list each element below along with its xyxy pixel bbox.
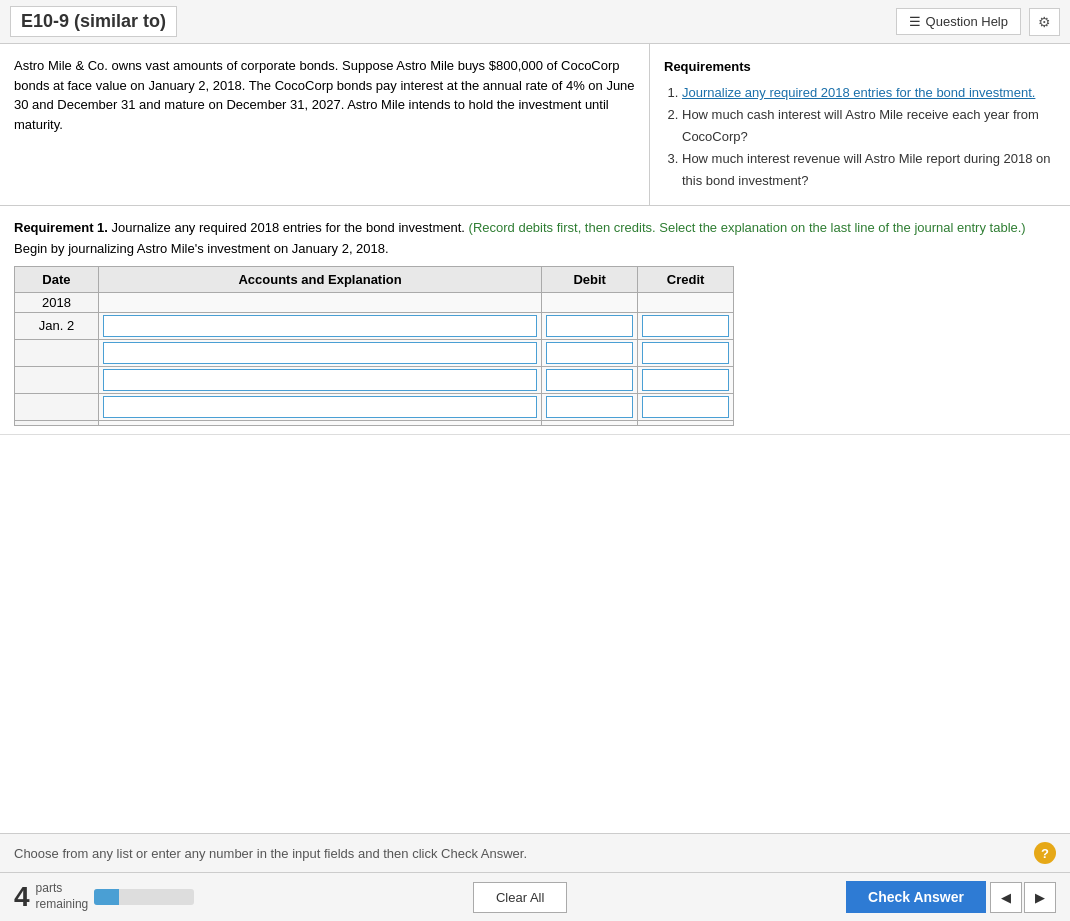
accounts-cell-3[interactable] <box>98 366 541 393</box>
requirement-2-text: How much cash interest will Astro Mile r… <box>682 107 1039 144</box>
credit-cell-5 <box>638 420 734 425</box>
action-bar: 4 partsremaining Clear All Check Answer … <box>0 872 1070 921</box>
right-actions: Check Answer ◀ ▶ <box>846 881 1056 913</box>
list-icon: ☰ <box>909 14 921 29</box>
debit-input-4[interactable] <box>546 396 633 418</box>
req-sublabel: Begin by journalizing Astro Mile's inves… <box>14 241 1056 256</box>
credit-cell-1[interactable] <box>638 312 734 339</box>
accounts-cell-4[interactable] <box>98 393 541 420</box>
col-header-credit: Credit <box>638 266 734 292</box>
accounts-cell-0 <box>98 292 541 312</box>
settings-button[interactable]: ⚙ <box>1029 8 1060 36</box>
debit-input-2[interactable] <box>546 342 633 364</box>
status-bar: Choose from any list or enter any number… <box>0 833 1070 872</box>
parts-label: partsremaining <box>36 881 89 912</box>
accounts-input-4[interactable] <box>103 396 537 418</box>
debit-cell-3[interactable] <box>542 366 638 393</box>
debit-cell-0 <box>542 292 638 312</box>
table-row: 2018 <box>15 292 734 312</box>
date-cell-3 <box>15 366 99 393</box>
action-bar-center: Clear All <box>206 882 834 913</box>
table-row <box>15 366 734 393</box>
page-title: E10-9 (similar to) <box>10 6 177 37</box>
accounts-cell-5 <box>98 420 541 425</box>
accounts-input-2[interactable] <box>103 342 537 364</box>
credit-cell-2[interactable] <box>638 339 734 366</box>
parts-label-text: partsremaining <box>36 881 89 911</box>
credit-input-2[interactable] <box>642 342 729 364</box>
col-header-accounts: Accounts and Explanation <box>98 266 541 292</box>
help-icon-button[interactable]: ? <box>1034 842 1056 864</box>
prev-button[interactable]: ◀ <box>990 882 1022 913</box>
date-cell-0: 2018 <box>15 292 99 312</box>
main-content: Astro Mile & Co. owns vast amounts of co… <box>0 44 1070 921</box>
credit-input-1[interactable] <box>642 315 729 337</box>
debit-input-3[interactable] <box>546 369 633 391</box>
problem-text: Astro Mile & Co. owns vast amounts of co… <box>0 44 650 205</box>
progress-bar-fill <box>94 889 119 905</box>
debit-cell-2[interactable] <box>542 339 638 366</box>
next-button[interactable]: ▶ <box>1024 882 1056 913</box>
clear-all-button[interactable]: Clear All <box>473 882 567 913</box>
requirements-list: Journalize any required 2018 entries for… <box>682 82 1056 192</box>
parts-info: 4 partsremaining <box>14 881 194 913</box>
table-row <box>15 393 734 420</box>
parts-number: 4 <box>14 881 30 913</box>
accounts-cell-2[interactable] <box>98 339 541 366</box>
spacer <box>0 435 1070 833</box>
requirements-section: Requirements Journalize any required 201… <box>650 44 1070 205</box>
debit-cell-4[interactable] <box>542 393 638 420</box>
table-row <box>15 339 734 366</box>
journal-table: Date Accounts and Explanation Debit Cred… <box>14 266 734 426</box>
table-row <box>15 420 734 425</box>
credit-cell-4[interactable] <box>638 393 734 420</box>
credit-cell-0 <box>638 292 734 312</box>
requirements-title: Requirements <box>664 56 1056 78</box>
debit-cell-5 <box>542 420 638 425</box>
requirement-item-1: Journalize any required 2018 entries for… <box>682 82 1056 104</box>
problem-section: Astro Mile & Co. owns vast amounts of co… <box>0 44 1070 206</box>
table-header-row: Date Accounts and Explanation Debit Cred… <box>15 266 734 292</box>
requirement-3-text: How much interest revenue will Astro Mil… <box>682 151 1051 188</box>
debit-input-1[interactable] <box>546 315 633 337</box>
credit-input-4[interactable] <box>642 396 729 418</box>
page-header: E10-9 (similar to) ☰ Question Help ⚙ <box>0 0 1070 44</box>
date-cell-1: Jan. 2 <box>15 312 99 339</box>
accounts-cell-1[interactable] <box>98 312 541 339</box>
date-cell-4 <box>15 393 99 420</box>
credit-cell-3[interactable] <box>638 366 734 393</box>
status-text: Choose from any list or enter any number… <box>14 846 1034 861</box>
table-row: Jan. 2 <box>15 312 734 339</box>
col-header-debit: Debit <box>542 266 638 292</box>
date-cell-5 <box>15 420 99 425</box>
req-label-text: Journalize any required 2018 entries for… <box>108 220 465 235</box>
col-header-date: Date <box>15 266 99 292</box>
header-actions: ☰ Question Help ⚙ <box>896 8 1060 36</box>
credit-input-3[interactable] <box>642 369 729 391</box>
requirement-1-link[interactable]: Journalize any required 2018 entries for… <box>682 85 1035 100</box>
nav-buttons: ◀ ▶ <box>990 882 1056 913</box>
accounts-input-3[interactable] <box>103 369 537 391</box>
gear-icon: ⚙ <box>1038 14 1051 30</box>
req-label: Requirement 1. Journalize any required 2… <box>14 220 1056 235</box>
debit-cell-1[interactable] <box>542 312 638 339</box>
req-green-text: (Record debits first, then credits. Sele… <box>469 220 1026 235</box>
check-answer-button[interactable]: Check Answer <box>846 881 986 913</box>
requirement-item-3: How much interest revenue will Astro Mil… <box>682 148 1056 192</box>
req-label-bold: Requirement 1. <box>14 220 108 235</box>
question-help-button[interactable]: ☰ Question Help <box>896 8 1021 35</box>
date-cell-2 <box>15 339 99 366</box>
requirement-item-2: How much cash interest will Astro Mile r… <box>682 104 1056 148</box>
progress-bar <box>94 889 194 905</box>
accounts-input-1[interactable] <box>103 315 537 337</box>
requirement-body: Requirement 1. Journalize any required 2… <box>0 206 1070 435</box>
